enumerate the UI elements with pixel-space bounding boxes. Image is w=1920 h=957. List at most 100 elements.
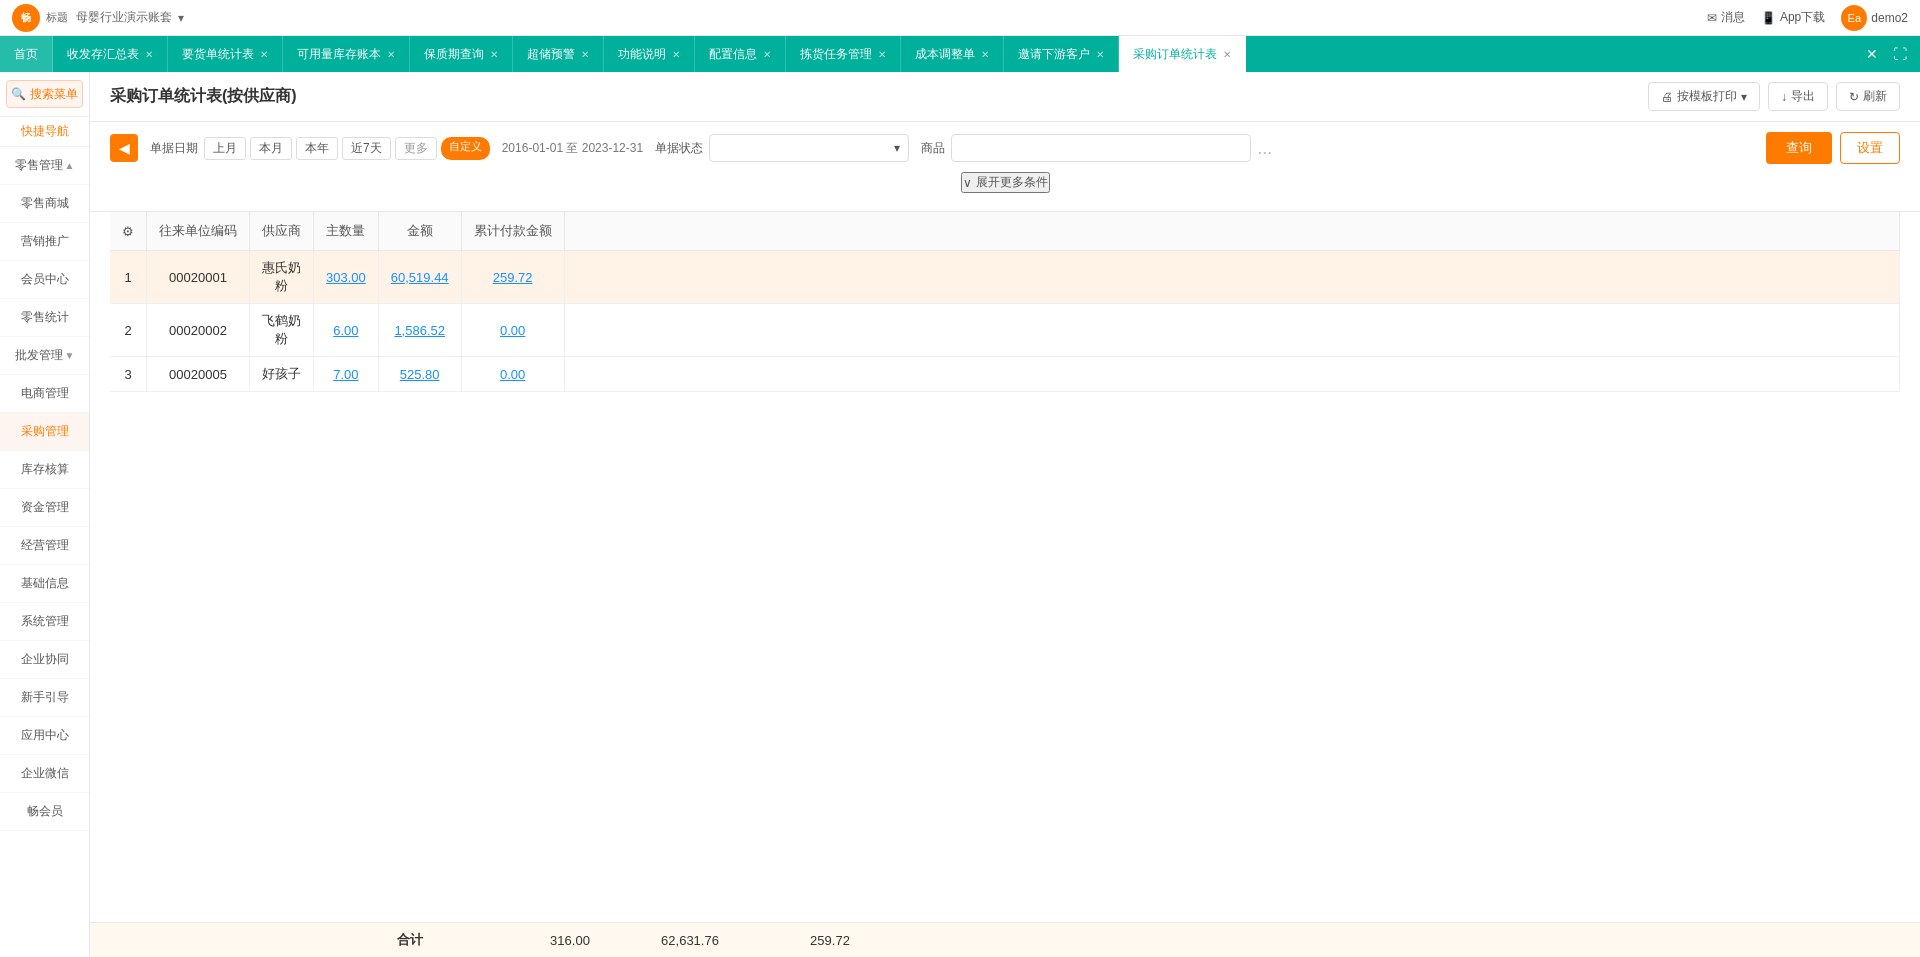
app-download-button[interactable]: 📱 App下载: [1761, 9, 1825, 26]
sidebar-item-batch[interactable]: 批发管理 ▼: [0, 337, 89, 375]
search-icon: 🔍: [11, 87, 26, 101]
sidebar-item-basic[interactable]: 基础信息: [0, 565, 89, 603]
user-profile[interactable]: Ea demo2: [1841, 5, 1908, 31]
row-quantity[interactable]: 7.00: [314, 357, 379, 392]
tab-purchase-summary[interactable]: 要货单统计表 ✕: [168, 36, 283, 72]
sidebar-item-marketing[interactable]: 营销推广: [0, 223, 89, 261]
row-amount[interactable]: 1,586.52: [378, 304, 461, 357]
date-last-month[interactable]: 上月: [204, 137, 246, 160]
paid-link[interactable]: 259.72: [493, 270, 533, 285]
filter-goods-item: 商品 ...: [921, 134, 1272, 162]
tab-cost-adjust[interactable]: 成本调整单 ✕: [901, 36, 1004, 72]
top-bar: 畅 标题 母婴行业演示账套 ▾ ✉ 消息 📱 App下载 Ea demo2: [0, 0, 1920, 36]
sidebar-item-member-label: 会员中心: [21, 271, 69, 288]
goods-filter-more-icon[interactable]: ...: [1257, 138, 1272, 159]
goods-filter-input[interactable]: [951, 134, 1251, 162]
footer-paid: 259.72: [750, 933, 910, 948]
paid-link[interactable]: 0.00: [500, 367, 525, 382]
expand-more-label: 展开更多条件: [976, 174, 1048, 191]
row-code: 00020005: [147, 357, 250, 392]
date-more[interactable]: 更多: [395, 137, 437, 160]
date-7days[interactable]: 近7天: [342, 137, 391, 160]
sidebar-item-appstore[interactable]: 应用中心: [0, 717, 89, 755]
sidebar-item-operation[interactable]: 经营管理: [0, 527, 89, 565]
sidebar-item-purchase[interactable]: 采购管理: [0, 413, 89, 451]
quick-nav-button[interactable]: 快捷导航: [0, 117, 89, 147]
chevron-down-icon-batch: ▼: [65, 350, 75, 361]
search-menu-button[interactable]: 🔍 搜索菜单: [6, 80, 83, 108]
tab-picking-task[interactable]: 拣货任务管理 ✕: [786, 36, 901, 72]
quick-nav-label: 快捷导航: [21, 123, 69, 140]
tab-overstock[interactable]: 超储预警 ✕: [513, 36, 604, 72]
workspace-selector[interactable]: 母婴行业演示账套 ▾: [76, 9, 184, 26]
tab-overstock-close[interactable]: ✕: [581, 49, 589, 60]
date-this-year[interactable]: 本年: [296, 137, 338, 160]
row-quantity[interactable]: 303.00: [314, 251, 379, 304]
collapse-filter-button[interactable]: ◀: [110, 134, 138, 162]
tab-config-info[interactable]: 配置信息 ✕: [695, 36, 786, 72]
tab-cost-adjust-close[interactable]: ✕: [981, 49, 989, 60]
status-filter-select[interactable]: ▾: [709, 134, 909, 162]
expand-more-button[interactable]: ∨ 展开更多条件: [961, 172, 1050, 193]
tab-picking-task-label: 拣货任务管理: [800, 46, 872, 63]
row-paid[interactable]: 259.72: [461, 251, 564, 304]
tab-available-stock[interactable]: 可用量库存账本 ✕: [283, 36, 410, 72]
row-amount[interactable]: 525.80: [378, 357, 461, 392]
amount-link[interactable]: 1,586.52: [394, 323, 445, 338]
export-button[interactable]: ↓ 导出: [1768, 82, 1828, 111]
date-this-month[interactable]: 本月: [250, 137, 292, 160]
sidebar-item-member[interactable]: 会员中心: [0, 261, 89, 299]
sidebar-item-enterprise[interactable]: 企业协同: [0, 641, 89, 679]
sidebar-item-system[interactable]: 系统管理: [0, 603, 89, 641]
user-avatar: Ea: [1841, 5, 1867, 31]
row-paid[interactable]: 0.00: [461, 304, 564, 357]
sidebar-item-retail[interactable]: 零售管理 ▲: [0, 147, 89, 185]
tab-config-info-close[interactable]: ✕: [763, 49, 771, 60]
tab-picking-task-close[interactable]: ✕: [878, 49, 886, 60]
tab-purchase-summary-close[interactable]: ✕: [260, 49, 268, 60]
amount-link[interactable]: 525.80: [400, 367, 440, 382]
row-amount[interactable]: 60,519.44: [378, 251, 461, 304]
sidebar-item-finance[interactable]: 资金管理: [0, 489, 89, 527]
tab-receive-summary-label: 收发存汇总表: [67, 46, 139, 63]
tab-function-desc[interactable]: 功能说明 ✕: [604, 36, 695, 72]
sidebar-item-retail-mall[interactable]: 零售商城: [0, 185, 89, 223]
maximize-button[interactable]: ⛶: [1888, 42, 1912, 66]
close-all-tabs-button[interactable]: ✕: [1860, 42, 1884, 66]
tab-invite-customer[interactable]: 邀请下游客户 ✕: [1004, 36, 1119, 72]
tab-expiry-query-close[interactable]: ✕: [490, 49, 498, 60]
query-button[interactable]: 查询: [1766, 132, 1832, 164]
filter-settings-button[interactable]: 设置: [1840, 132, 1900, 164]
sidebar-item-marketing-label: 营销推广: [21, 233, 69, 250]
sidebar-item-wechat[interactable]: 企业微信: [0, 755, 89, 793]
tab-receive-summary-close[interactable]: ✕: [145, 49, 153, 60]
quantity-link[interactable]: 7.00: [333, 367, 358, 382]
tab-purchase-order-summary[interactable]: 采购订单统计表 ✕: [1119, 36, 1246, 72]
sidebar-item-vip[interactable]: 畅会员: [0, 793, 89, 831]
th-settings[interactable]: ⚙: [110, 212, 147, 251]
sidebar-item-wechat-label: 企业微信: [21, 765, 69, 782]
sidebar-item-stock[interactable]: 库存核算: [0, 451, 89, 489]
refresh-button[interactable]: ↻ 刷新: [1836, 82, 1900, 111]
row-no: 2: [110, 304, 147, 357]
tab-available-stock-close[interactable]: ✕: [387, 49, 395, 60]
tab-purchase-order-summary-close[interactable]: ✕: [1223, 49, 1231, 60]
amount-link[interactable]: 60,519.44: [391, 270, 449, 285]
print-button[interactable]: 🖨 按模板打印 ▾: [1648, 82, 1760, 111]
quantity-link[interactable]: 303.00: [326, 270, 366, 285]
row-quantity[interactable]: 6.00: [314, 304, 379, 357]
paid-link[interactable]: 0.00: [500, 323, 525, 338]
tab-home[interactable]: 首页: [0, 36, 53, 72]
sidebar-item-ecommerce[interactable]: 电商管理: [0, 375, 89, 413]
tab-receive-summary[interactable]: 收发存汇总表 ✕: [53, 36, 168, 72]
content-area: 采购订单统计表(按供应商) 🖨 按模板打印 ▾ ↓ 导出 ↻ 刷新: [90, 72, 1920, 957]
message-button[interactable]: ✉ 消息: [1707, 9, 1745, 26]
tab-invite-customer-close[interactable]: ✕: [1096, 49, 1104, 60]
sidebar-item-retail-stat[interactable]: 零售统计: [0, 299, 89, 337]
row-paid[interactable]: 0.00: [461, 357, 564, 392]
tab-expiry-query[interactable]: 保质期查询 ✕: [410, 36, 513, 72]
tab-function-desc-close[interactable]: ✕: [672, 49, 680, 60]
footer-amount: 62,631.76: [630, 933, 750, 948]
quantity-link[interactable]: 6.00: [333, 323, 358, 338]
sidebar-item-newbie[interactable]: 新手引导: [0, 679, 89, 717]
